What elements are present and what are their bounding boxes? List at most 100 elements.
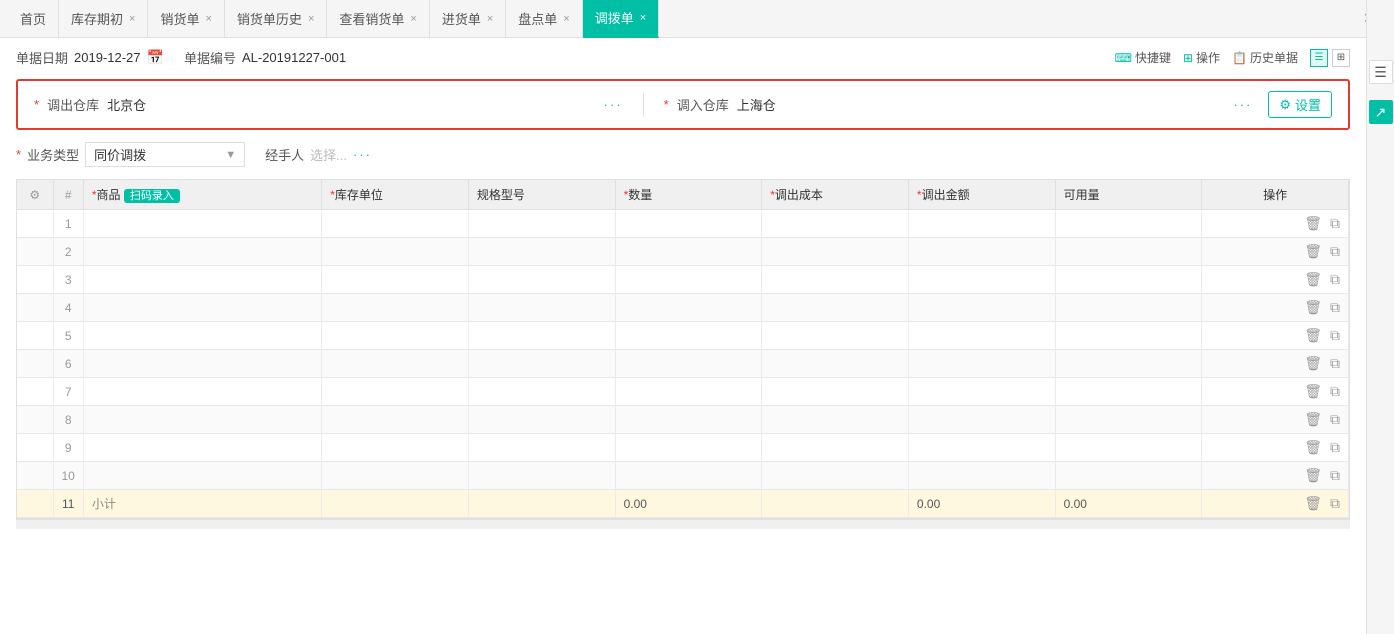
row-amount-cell[interactable] xyxy=(908,322,1055,350)
row-qty-cell[interactable] xyxy=(615,294,762,322)
row-amount-cell[interactable] xyxy=(908,406,1055,434)
operations-link[interactable]: ⊞ 操作 xyxy=(1183,49,1220,66)
row-unit-cell[interactable] xyxy=(322,266,469,294)
row-qty-cell[interactable] xyxy=(615,350,762,378)
row-product-cell[interactable] xyxy=(83,294,321,322)
tab-sales-order[interactable]: 销货单 × xyxy=(148,0,224,38)
row-product-cell[interactable] xyxy=(83,266,321,294)
row-amount-cell[interactable] xyxy=(908,294,1055,322)
row-cost-cell[interactable] xyxy=(762,406,909,434)
row-unit-cell[interactable] xyxy=(322,210,469,238)
row-delete-icon[interactable]: 🗑 xyxy=(1304,467,1322,484)
row-cost-cell[interactable] xyxy=(762,238,909,266)
row-product-cell[interactable] xyxy=(83,350,321,378)
row-unit-cell[interactable] xyxy=(322,322,469,350)
row-delete-icon[interactable]: 🗑 xyxy=(1304,495,1322,512)
side-icon-export[interactable]: ↗ xyxy=(1369,100,1393,124)
row-cost-cell[interactable] xyxy=(762,294,909,322)
tab-view-sales-close[interactable]: × xyxy=(410,13,416,25)
row-unit-cell[interactable] xyxy=(322,294,469,322)
row-unit-cell[interactable] xyxy=(322,350,469,378)
row-cost-cell[interactable] xyxy=(762,462,909,490)
row-qty-cell[interactable] xyxy=(615,210,762,238)
row-delete-icon[interactable]: 🗑 xyxy=(1304,271,1322,288)
row-unit-cell[interactable] xyxy=(322,434,469,462)
row-amount-cell[interactable] xyxy=(908,462,1055,490)
row-delete-icon[interactable]: 🗑 xyxy=(1304,439,1322,456)
row-qty-cell[interactable] xyxy=(615,322,762,350)
tab-transfer[interactable]: 调拨单 × xyxy=(583,0,659,38)
horizontal-scrollbar[interactable] xyxy=(16,519,1350,529)
tab-sales-history[interactable]: 销货单历史 × xyxy=(225,0,327,38)
row-spec-cell[interactable] xyxy=(468,378,615,406)
row-copy-icon[interactable]: ⧉ xyxy=(1330,467,1340,484)
business-type-select[interactable]: 同价调拨 ▼ xyxy=(85,142,245,167)
row-cost-cell[interactable] xyxy=(762,434,909,462)
row-amount-cell[interactable] xyxy=(908,238,1055,266)
tab-inventory-init[interactable]: 库存期初 × xyxy=(59,0,148,38)
row-copy-icon[interactable]: ⧉ xyxy=(1330,411,1340,428)
row-amount-cell[interactable] xyxy=(908,350,1055,378)
row-unit-cell[interactable] xyxy=(322,238,469,266)
row-unit-cell[interactable] xyxy=(322,406,469,434)
history-link[interactable]: 📋 历史单据 xyxy=(1232,49,1298,66)
scan-button[interactable]: 扫码录入 xyxy=(124,189,180,203)
row-qty-cell[interactable] xyxy=(615,378,762,406)
row-qty-cell[interactable] xyxy=(615,434,762,462)
row-cost-cell[interactable] xyxy=(762,378,909,406)
row-product-cell[interactable] xyxy=(83,406,321,434)
row-copy-icon[interactable]: ⧉ xyxy=(1330,439,1340,456)
row-qty-cell[interactable] xyxy=(615,406,762,434)
row-qty-cell[interactable] xyxy=(615,462,762,490)
row-copy-icon[interactable]: ⧉ xyxy=(1330,327,1340,344)
row-delete-icon[interactable]: 🗑 xyxy=(1304,243,1322,260)
tab-stocktake[interactable]: 盘点单 × xyxy=(506,0,582,38)
row-delete-icon[interactable]: 🗑 xyxy=(1304,411,1322,428)
row-cost-cell[interactable] xyxy=(762,350,909,378)
handler-more[interactable]: ··· xyxy=(353,147,372,162)
tab-transfer-close[interactable]: × xyxy=(640,12,646,24)
row-product-cell[interactable] xyxy=(83,322,321,350)
tab-purchase[interactable]: 进货单 × xyxy=(430,0,506,38)
row-spec-cell[interactable] xyxy=(468,434,615,462)
row-spec-cell[interactable] xyxy=(468,322,615,350)
warehouse-out-more[interactable]: ··· xyxy=(604,97,623,112)
row-product-cell[interactable] xyxy=(83,434,321,462)
side-icon-list[interactable]: ☰ xyxy=(1369,60,1393,84)
row-spec-cell[interactable] xyxy=(468,266,615,294)
row-copy-icon[interactable]: ⧉ xyxy=(1330,215,1340,232)
handler-placeholder[interactable]: 选择... xyxy=(310,145,347,164)
layout-icon-grid[interactable]: ⊞ xyxy=(1332,49,1350,67)
row-spec-cell[interactable] xyxy=(468,350,615,378)
row-amount-cell[interactable] xyxy=(908,210,1055,238)
row-spec-cell[interactable] xyxy=(468,210,615,238)
row-product-cell[interactable] xyxy=(83,378,321,406)
row-cost-cell[interactable] xyxy=(762,266,909,294)
tab-purchase-close[interactable]: × xyxy=(487,13,493,25)
tab-inventory-init-close[interactable]: × xyxy=(129,13,135,25)
row-cost-cell[interactable] xyxy=(762,322,909,350)
row-delete-icon[interactable]: 🗑 xyxy=(1304,299,1322,316)
row-copy-icon[interactable]: ⧉ xyxy=(1330,271,1340,288)
tab-stocktake-close[interactable]: × xyxy=(563,13,569,25)
row-spec-cell[interactable] xyxy=(468,406,615,434)
row-amount-cell[interactable] xyxy=(908,378,1055,406)
row-qty-cell[interactable] xyxy=(615,266,762,294)
row-cost-cell[interactable] xyxy=(762,210,909,238)
row-unit-cell[interactable] xyxy=(322,462,469,490)
row-qty-cell[interactable] xyxy=(615,238,762,266)
calendar-icon[interactable]: 📅 xyxy=(147,49,164,66)
tab-view-sales[interactable]: 查看销货单 × xyxy=(327,0,429,38)
row-delete-icon[interactable]: 🗑 xyxy=(1304,355,1322,372)
row-product-cell[interactable] xyxy=(83,462,321,490)
row-delete-icon[interactable]: 🗑 xyxy=(1304,215,1322,232)
row-amount-cell[interactable] xyxy=(908,266,1055,294)
row-product-cell[interactable] xyxy=(83,238,321,266)
tab-sales-history-close[interactable]: × xyxy=(308,13,314,25)
settings-button[interactable]: ⚙ 设置 xyxy=(1268,91,1332,118)
row-copy-icon[interactable]: ⧉ xyxy=(1330,383,1340,400)
row-copy-icon[interactable]: ⧉ xyxy=(1330,495,1340,512)
row-delete-icon[interactable]: 🗑 xyxy=(1304,327,1322,344)
row-copy-icon[interactable]: ⧉ xyxy=(1330,355,1340,372)
warehouse-in-more[interactable]: ··· xyxy=(1233,97,1252,112)
